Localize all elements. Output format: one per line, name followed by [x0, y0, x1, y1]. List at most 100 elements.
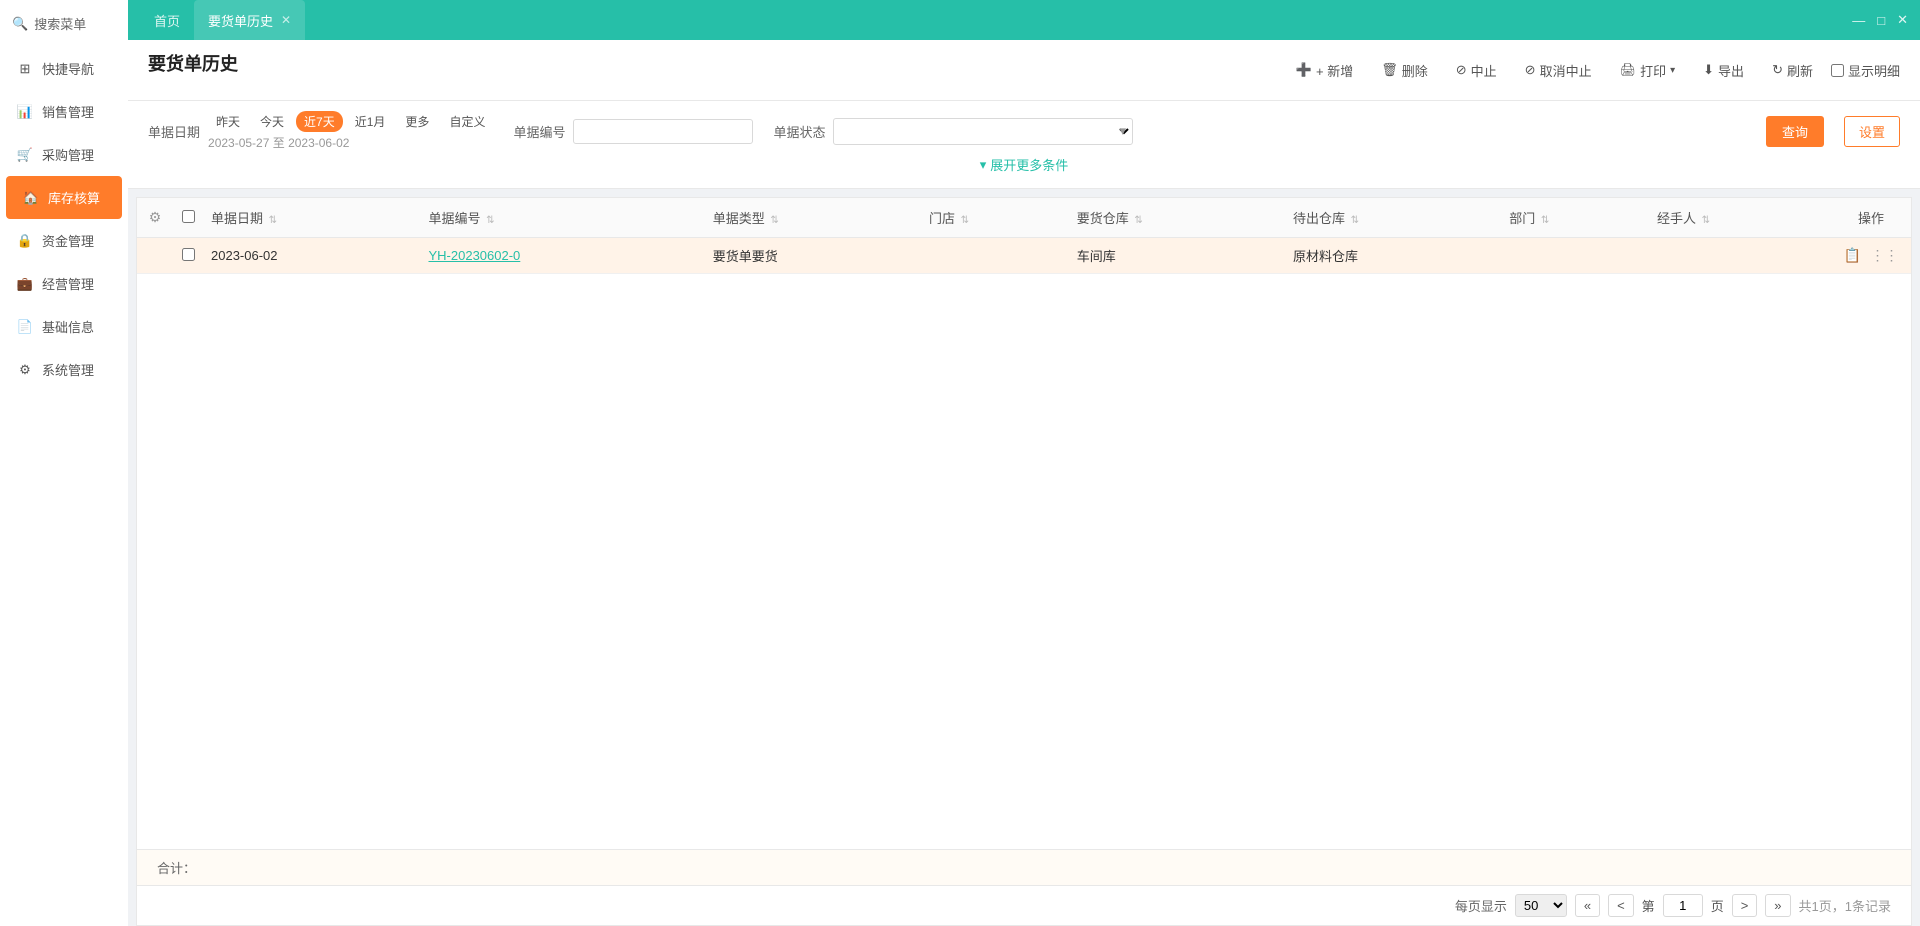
sidebar-item-label: 库存核算: [48, 188, 100, 207]
sidebar-item-sales-mgmt[interactable]: 📊 销售管理: [0, 90, 128, 133]
sort-icon-pendwh[interactable]: ⇅: [1351, 215, 1359, 226]
footer-total: 合计：: [137, 849, 1911, 885]
th-department: 部门 ⇅: [1501, 198, 1649, 238]
sort-icon-store[interactable]: ⇅: [961, 215, 969, 226]
sort-icon-handler[interactable]: ⇅: [1702, 215, 1710, 226]
suspend-button[interactable]: ⊘ 中止: [1446, 56, 1507, 85]
td-store: [921, 238, 1069, 274]
select-all-checkbox[interactable]: [182, 210, 195, 223]
date-range-display: 2023-05-27 至 2023-06-02: [208, 134, 493, 151]
th-req-warehouse: 要货仓库 ⇅: [1069, 198, 1285, 238]
tab-home[interactable]: 首页: [140, 0, 194, 40]
docno-input[interactable]: [573, 119, 753, 144]
row-edit-icon[interactable]: 📋: [1843, 247, 1860, 263]
cancel-suspend-icon: ⊘: [1525, 62, 1536, 78]
page-size-select[interactable]: 50 10 20 100: [1515, 894, 1567, 917]
display-detail-toggle[interactable]: 显示明细: [1831, 61, 1900, 80]
sidebar-item-label: 快捷导航: [42, 59, 94, 78]
date-btn-group: 昨天 今天 近7天 近1月 更多 自定义 2023-05-27 至 2023-0…: [208, 111, 493, 151]
sidebar-item-inventory[interactable]: 🏠 库存核算: [6, 176, 122, 219]
total-pages-info: 共1页，1条记录: [1799, 896, 1891, 915]
th-pending-warehouse: 待出仓库 ⇅: [1285, 198, 1501, 238]
minimize-btn[interactable]: —: [1852, 13, 1865, 28]
sidebar: 🔍 搜索菜单 ⊞ 快捷导航 📊 销售管理 🛒 采购管理 🏠 库存核算 🔒 资金管…: [0, 0, 128, 926]
date-btn-today[interactable]: 今天: [252, 111, 292, 132]
sidebar-item-label: 销售管理: [42, 102, 94, 121]
sys-icon: ⚙: [16, 361, 34, 379]
date-btn-custom[interactable]: 自定义: [441, 111, 493, 132]
sidebar-item-basic-info[interactable]: 📄 基础信息: [0, 305, 128, 348]
sort-icon-reqwh[interactable]: ⇅: [1134, 215, 1142, 226]
sort-icon-docno[interactable]: ⇅: [486, 215, 494, 226]
main-area: 首页 要货单历史 ✕ — □ ✕ 要货单历史 ➕ + 新增 🗑 删除: [128, 0, 1920, 926]
sidebar-item-label: 经营管理: [42, 274, 94, 293]
export-button[interactable]: ⬇ 导出: [1693, 56, 1754, 85]
quick-nav-icon: ⊞: [16, 60, 34, 78]
tab-home-label: 首页: [154, 11, 180, 30]
td-doc-no: YH-20230602-0: [421, 238, 705, 274]
prev-page-btn[interactable]: <: [1608, 894, 1634, 917]
page-size-label: 每页显示: [1455, 896, 1507, 915]
table-row[interactable]: 2023-06-02 YH-20230602-0 要货单要货 车间库 原材料仓库: [137, 238, 1911, 274]
status-filter-group: 单据状态 ▾: [773, 118, 1746, 145]
th-handler: 经手人 ⇅: [1649, 198, 1831, 238]
th-settings: ⚙: [137, 198, 173, 238]
expand-more-label: 展开更多条件: [990, 155, 1068, 174]
last-page-btn[interactable]: »: [1765, 894, 1790, 917]
suspend-icon: ⊘: [1456, 62, 1467, 78]
page-header-row: 要货单历史 ➕ + 新增 🗑 删除 ⊘ 中止 ⊘ 取消中止: [128, 40, 1920, 101]
query-button[interactable]: 查询: [1766, 116, 1824, 147]
sidebar-search[interactable]: 🔍 搜索菜单: [0, 0, 128, 47]
cancel-suspend-button[interactable]: ⊘ 取消中止: [1515, 56, 1602, 85]
expand-more-btn[interactable]: ▾ 展开更多条件: [148, 151, 1900, 178]
page-label-after: 页: [1711, 896, 1724, 915]
filter-row: 单据日期 昨天 今天 近7天 近1月 更多 自定义 2023-05-27 至 2…: [148, 111, 1900, 151]
basic-icon: 📄: [16, 318, 34, 336]
display-detail-label: 显示明细: [1848, 61, 1900, 80]
date-filter-label: 单据日期: [148, 122, 200, 141]
th-store: 门店 ⇅: [921, 198, 1069, 238]
pagination: 每页显示 50 10 20 100 « < 第 页 > » 共1页，1条记录: [137, 885, 1911, 925]
page-number-input[interactable]: [1663, 894, 1703, 917]
sidebar-item-ops-mgmt[interactable]: 💼 经营管理: [0, 262, 128, 305]
td-checkbox: [173, 238, 203, 274]
settings-button[interactable]: 设置: [1844, 116, 1900, 147]
date-btn-yesterday[interactable]: 昨天: [208, 111, 248, 132]
date-btn-1month[interactable]: 近1月: [347, 111, 394, 132]
close-btn[interactable]: ✕: [1897, 12, 1908, 28]
doc-no-link[interactable]: YH-20230602-0: [429, 248, 521, 263]
sort-icon-doctype[interactable]: ⇅: [770, 215, 778, 226]
date-btn-7days[interactable]: 近7天: [296, 111, 343, 132]
delete-icon: 🗑: [1381, 62, 1398, 78]
td-pending-warehouse: 原材料仓库: [1285, 238, 1501, 274]
th-doc-no: 单据编号 ⇅: [421, 198, 705, 238]
first-page-btn[interactable]: «: [1575, 894, 1600, 917]
row-checkbox[interactable]: [182, 248, 195, 261]
print-icon: 🖨: [1620, 62, 1637, 78]
next-page-btn[interactable]: >: [1732, 894, 1758, 917]
delete-button[interactable]: 🗑 删除: [1371, 56, 1438, 85]
content-area: 要货单历史 ➕ + 新增 🗑 删除 ⊘ 中止 ⊘ 取消中止: [128, 40, 1920, 926]
table-area: ⚙ 单据日期 ⇅ 单据编号 ⇅: [136, 197, 1912, 926]
sidebar-item-purchase-mgmt[interactable]: 🛒 采购管理: [0, 133, 128, 176]
sidebar-item-quick-nav[interactable]: ⊞ 快捷导航: [0, 47, 128, 90]
refresh-button[interactable]: ↻ 刷新: [1762, 56, 1823, 85]
sort-icon-dept[interactable]: ⇅: [1541, 215, 1549, 226]
gear-icon[interactable]: ⚙: [149, 209, 162, 225]
date-btn-more[interactable]: 更多: [397, 111, 437, 132]
status-select[interactable]: [833, 118, 1133, 145]
print-button[interactable]: 🖨 打印 ▾: [1610, 56, 1686, 85]
sort-icon[interactable]: ⇅: [269, 215, 277, 226]
sidebar-item-label: 系统管理: [42, 360, 94, 379]
expand-more-icon: ▾: [980, 157, 987, 173]
sidebar-item-finance-mgmt[interactable]: 🔒 资金管理: [0, 219, 128, 262]
maximize-btn[interactable]: □: [1877, 13, 1885, 28]
print-dropdown-icon: ▾: [1670, 65, 1675, 76]
th-checkbox: [173, 198, 203, 238]
display-detail-checkbox[interactable]: [1831, 64, 1844, 77]
new-button[interactable]: ➕ + 新增: [1286, 56, 1363, 85]
tab-close-icon[interactable]: ✕: [281, 13, 291, 27]
sidebar-item-sys-mgmt[interactable]: ⚙ 系统管理: [0, 348, 128, 391]
row-more-icon[interactable]: ⋮⋮: [1871, 247, 1899, 263]
tab-order-history[interactable]: 要货单历史 ✕: [194, 0, 305, 40]
